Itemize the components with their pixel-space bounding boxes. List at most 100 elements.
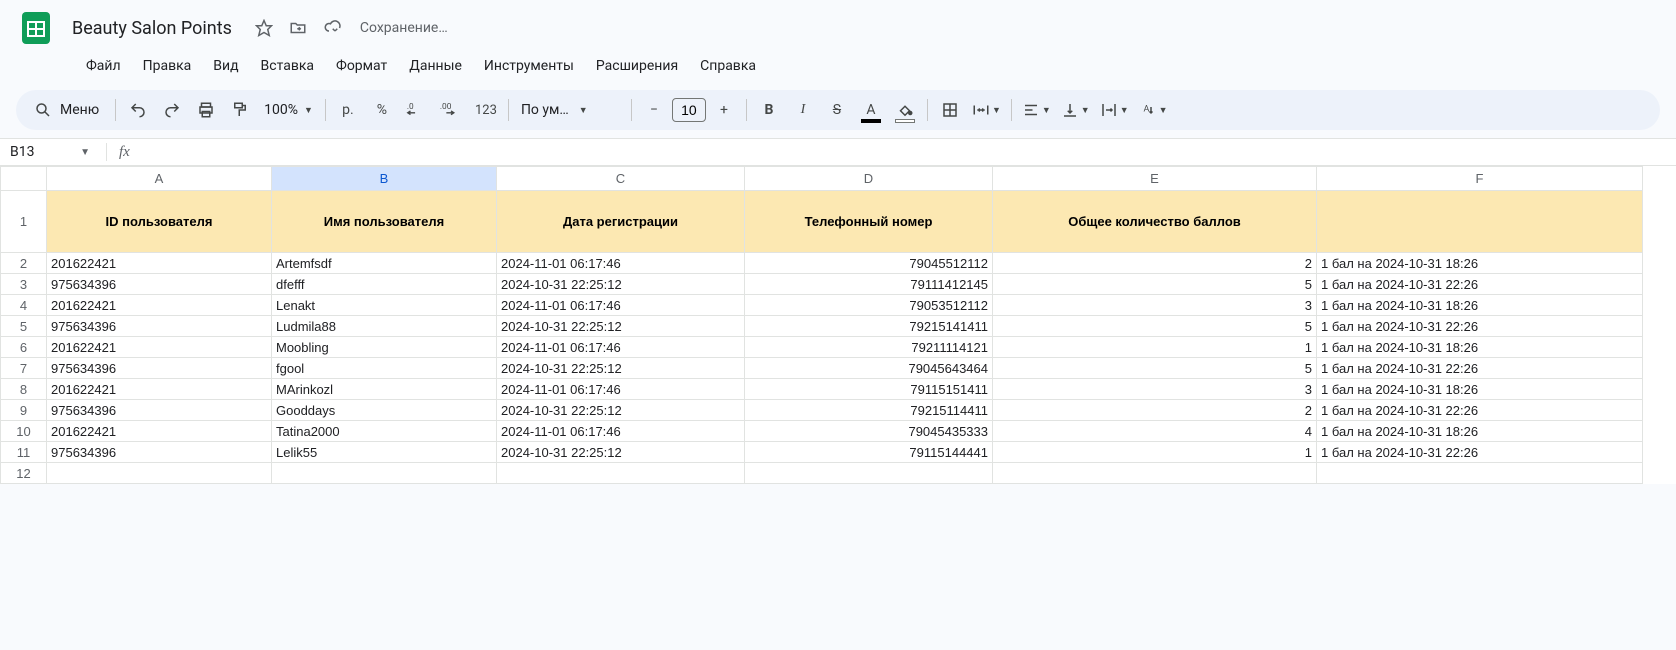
zoom-select[interactable]: 100% ▼ <box>258 102 319 118</box>
menu-file[interactable]: Файл <box>76 54 131 78</box>
text-color-button[interactable]: A <box>855 94 887 126</box>
bold-button[interactable]: B <box>753 94 785 126</box>
cell[interactable]: 2024-11-01 06:17:46 <box>497 253 745 274</box>
column-header-B[interactable]: B <box>272 167 497 191</box>
cell[interactable]: 201622421 <box>47 421 272 442</box>
menu-edit[interactable]: Правка <box>133 54 202 78</box>
cell[interactable]: 2 <box>993 400 1317 421</box>
cell[interactable]: Ludmila88 <box>272 316 497 337</box>
number-format-button[interactable]: 123 <box>470 94 502 126</box>
cell[interactable]: 201622421 <box>47 295 272 316</box>
row-header[interactable]: 10 <box>1 421 47 442</box>
star-icon[interactable] <box>254 18 274 38</box>
cell[interactable]: 2024-10-31 22:25:12 <box>497 316 745 337</box>
menu-tools[interactable]: Инструменты <box>474 54 584 78</box>
cell[interactable]: 79115144441 <box>745 442 993 463</box>
row-header[interactable]: 5 <box>1 316 47 337</box>
document-title[interactable]: Beauty Salon Points <box>66 16 238 41</box>
cell[interactable]: Moobling <box>272 337 497 358</box>
cell[interactable]: 2024-11-01 06:17:46 <box>497 295 745 316</box>
undo-button[interactable] <box>122 94 154 126</box>
cell[interactable]: 2 <box>993 253 1317 274</box>
row-header[interactable]: 9 <box>1 400 47 421</box>
cell[interactable]: 79045435333 <box>745 421 993 442</box>
row-header[interactable]: 7 <box>1 358 47 379</box>
text-rotation-button[interactable]: A ▼ <box>1135 94 1172 126</box>
cell[interactable] <box>47 463 272 484</box>
cell[interactable]: 201622421 <box>47 379 272 400</box>
menu-view[interactable]: Вид <box>203 54 248 78</box>
select-all-corner[interactable] <box>1 167 47 191</box>
cell[interactable]: 975634396 <box>47 400 272 421</box>
header-cell[interactable]: ID пользователя <box>47 191 272 253</box>
cell[interactable]: 5 <box>993 358 1317 379</box>
cell[interactable]: 1 бал на 2024-10-31 18:26 <box>1317 253 1643 274</box>
cell[interactable]: 79215114411 <box>745 400 993 421</box>
move-folder-icon[interactable] <box>288 18 308 38</box>
cell[interactable]: 975634396 <box>47 442 272 463</box>
cell[interactable]: MArinkozl <box>272 379 497 400</box>
cell[interactable]: dfefff <box>272 274 497 295</box>
increase-decimal-button[interactable]: .00 <box>434 94 468 126</box>
cell[interactable]: 1 бал на 2024-10-31 18:26 <box>1317 421 1643 442</box>
cell[interactable]: 3 <box>993 295 1317 316</box>
cell[interactable]: 975634396 <box>47 316 272 337</box>
cell[interactable]: 4 <box>993 421 1317 442</box>
cell[interactable]: 975634396 <box>47 358 272 379</box>
menu-insert[interactable]: Вставка <box>251 54 324 78</box>
cell[interactable]: 79045643464 <box>745 358 993 379</box>
currency-button[interactable]: р. <box>332 94 364 126</box>
cell[interactable]: Tatina2000 <box>272 421 497 442</box>
cell[interactable]: 79215141411 <box>745 316 993 337</box>
vertical-align-button[interactable]: ▼ <box>1057 94 1094 126</box>
cell[interactable]: 79211114121 <box>745 337 993 358</box>
cell[interactable]: 2024-10-31 22:25:12 <box>497 442 745 463</box>
borders-button[interactable] <box>934 94 966 126</box>
cell[interactable]: 2024-10-31 22:25:12 <box>497 400 745 421</box>
row-header[interactable]: 3 <box>1 274 47 295</box>
sheets-logo[interactable] <box>16 8 56 48</box>
text-wrap-button[interactable]: ▼ <box>1096 94 1133 126</box>
cell[interactable] <box>1317 463 1643 484</box>
cell[interactable]: 2024-11-01 06:17:46 <box>497 337 745 358</box>
cell[interactable]: 79115151411 <box>745 379 993 400</box>
row-header[interactable]: 6 <box>1 337 47 358</box>
row-header[interactable]: 8 <box>1 379 47 400</box>
row-header[interactable]: 2 <box>1 253 47 274</box>
font-size-input[interactable] <box>672 98 706 122</box>
formula-input[interactable] <box>136 139 1676 165</box>
cell[interactable]: fgool <box>272 358 497 379</box>
percent-button[interactable]: % <box>366 94 398 126</box>
cell[interactable]: 1 бал на 2024-10-31 22:26 <box>1317 358 1643 379</box>
fill-color-button[interactable] <box>889 94 921 126</box>
cell[interactable]: 1 бал на 2024-10-31 18:26 <box>1317 295 1643 316</box>
menu-help[interactable]: Справка <box>690 54 766 78</box>
cell[interactable]: 3 <box>993 379 1317 400</box>
column-header-C[interactable]: C <box>497 167 745 191</box>
column-header-D[interactable]: D <box>745 167 993 191</box>
column-header-F[interactable]: F <box>1317 167 1643 191</box>
row-header-1[interactable]: 1 <box>1 191 47 253</box>
cell[interactable]: 1 бал на 2024-10-31 18:26 <box>1317 379 1643 400</box>
cloud-status-icon[interactable] <box>322 18 342 38</box>
cell[interactable]: 5 <box>993 274 1317 295</box>
fx-icon[interactable]: fx <box>113 144 136 161</box>
cell[interactable]: 201622421 <box>47 337 272 358</box>
row-header[interactable]: 12 <box>1 463 47 484</box>
cell[interactable]: 2024-10-31 22:25:12 <box>497 358 745 379</box>
name-box[interactable]: B13 ▼ <box>0 139 100 165</box>
horizontal-align-button[interactable]: ▼ <box>1018 94 1055 126</box>
increase-font-size-button[interactable]: + <box>708 94 740 126</box>
strikethrough-button[interactable]: S <box>821 94 853 126</box>
cell[interactable] <box>497 463 745 484</box>
cell[interactable]: 2024-10-31 22:25:12 <box>497 274 745 295</box>
cell[interactable]: 79111412145 <box>745 274 993 295</box>
cell[interactable]: 2024-11-01 06:17:46 <box>497 379 745 400</box>
menus-search[interactable]: Меню <box>26 94 109 126</box>
cell[interactable] <box>993 463 1317 484</box>
column-header-A[interactable]: A <box>47 167 272 191</box>
column-header-E[interactable]: E <box>993 167 1317 191</box>
decrease-decimal-button[interactable]: .0 <box>400 94 432 126</box>
cell[interactable]: 79053512112 <box>745 295 993 316</box>
cell[interactable] <box>272 463 497 484</box>
